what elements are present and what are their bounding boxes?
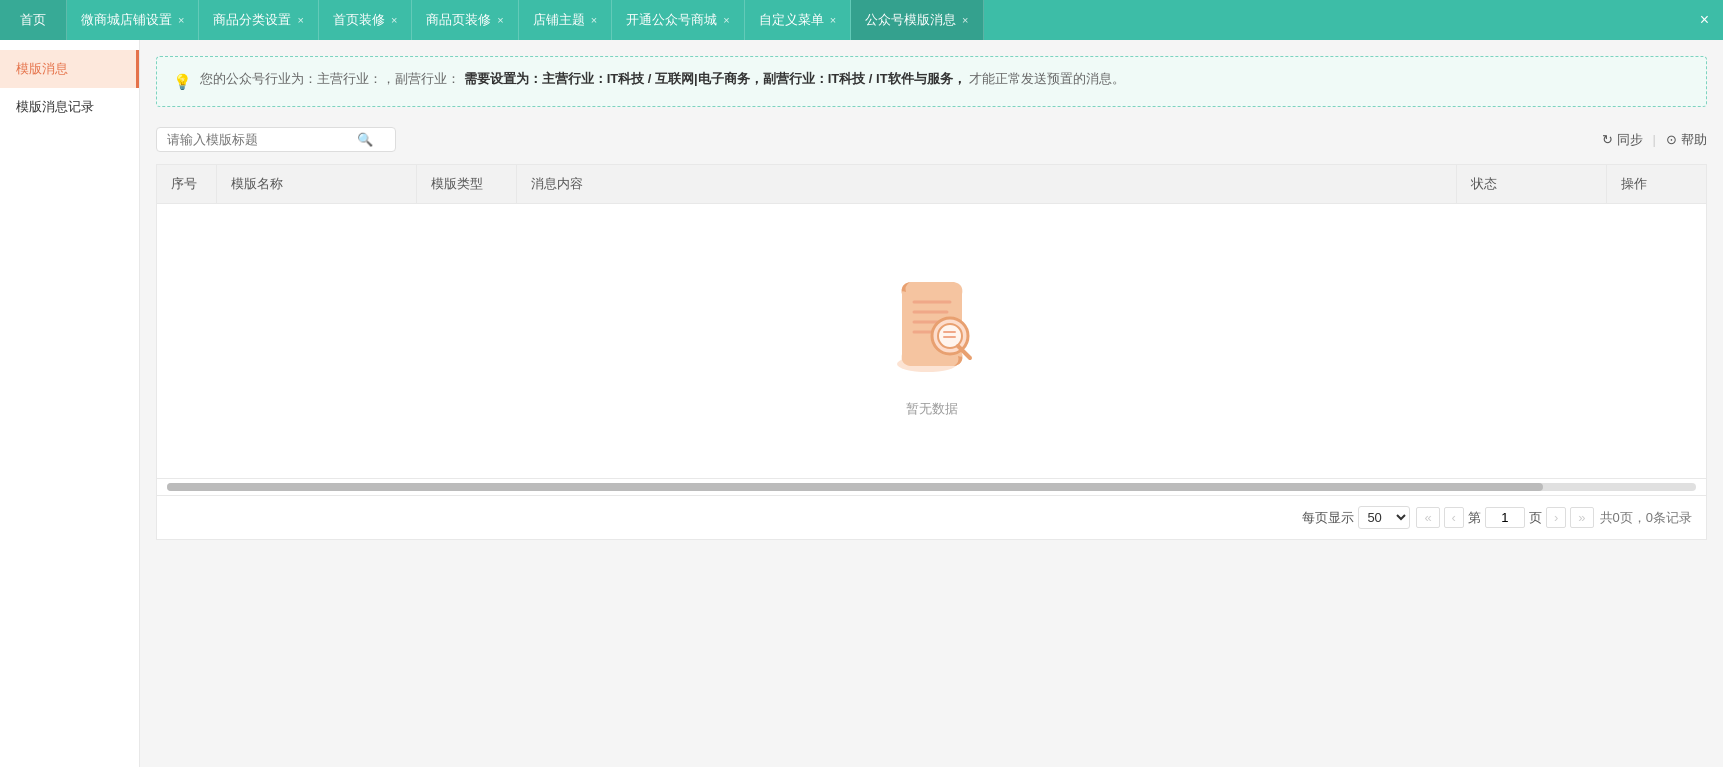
prev-page-button[interactable]: ‹ [1444, 507, 1464, 528]
first-page-button[interactable]: « [1416, 507, 1439, 528]
empty-state: 暂无数据 [156, 204, 1707, 479]
per-page-dropdown[interactable]: 50 10 20 100 [1358, 506, 1410, 529]
page-unit-label: 页 [1529, 509, 1542, 527]
nav-tab-home[interactable]: 首页 [0, 0, 67, 40]
open-mall-label: 开通公众号商城 [626, 11, 717, 29]
info-banner-highlight: 需要设置为：主营行业：IT科技 / 互联网|电子商务，副营行业：IT科技 / I… [464, 71, 966, 86]
per-page-label: 每页显示 [1302, 509, 1354, 527]
close-custom-menu[interactable]: × [830, 14, 836, 26]
nav-tab-shop-theme[interactable]: 店铺主题 × [519, 0, 612, 40]
per-page-select[interactable]: 每页显示 50 10 20 100 [1302, 506, 1410, 529]
nav-tab-shop-settings[interactable]: 微商城店铺设置 × [67, 0, 199, 40]
pagination-row: 每页显示 50 10 20 100 « ‹ 第 页 › » 共0页，0条记录 [156, 496, 1707, 540]
sync-button[interactable]: ↻ 同步 [1602, 131, 1643, 149]
help-icon: ⊙ [1666, 132, 1677, 147]
horizontal-scrollbar[interactable] [167, 483, 1696, 491]
info-banner-text: 您的公众号行业为：主营行业：，副营行业： 需要设置为：主营行业：IT科技 / 互… [200, 69, 1125, 90]
col-type: 模版类型 [417, 165, 517, 204]
sync-icon: ↻ [1602, 132, 1613, 147]
col-index: 序号 [157, 165, 217, 204]
template-table: 序号 模版名称 模版类型 消息内容 状态 操作 [156, 164, 1707, 204]
close-shop-theme[interactable]: × [591, 14, 597, 26]
close-all-tabs-button[interactable]: × [1686, 0, 1723, 40]
search-row: 🔍 ↻ 同步 | ⊙ 帮助 [156, 127, 1707, 152]
empty-illustration [872, 264, 992, 384]
nav-tab-category-settings[interactable]: 商品分类设置 × [199, 0, 318, 40]
main-content: 💡 您的公众号行业为：主营行业：，副营行业： 需要设置为：主营行业：IT科技 /… [140, 40, 1723, 767]
close-shop-settings[interactable]: × [178, 14, 184, 26]
last-page-button[interactable]: » [1570, 507, 1593, 528]
close-category-settings[interactable]: × [297, 14, 303, 26]
top-navigation: 首页 微商城店铺设置 × 商品分类设置 × 首页装修 × 商品页装修 × 店铺主… [0, 0, 1723, 40]
scroll-bar-area[interactable] [156, 479, 1707, 496]
close-home-decor[interactable]: × [391, 14, 397, 26]
bulb-icon: 💡 [173, 70, 192, 94]
sidebar-item-template-msg[interactable]: 模版消息 [0, 50, 139, 88]
nav-tab-custom-menu[interactable]: 自定义菜单 × [745, 0, 851, 40]
col-name: 模版名称 [217, 165, 417, 204]
nav-tab-template-msg[interactable]: 公众号模版消息 × [851, 0, 983, 40]
scrollbar-thumb[interactable] [167, 483, 1543, 491]
table-header: 序号 模版名称 模版类型 消息内容 状态 操作 [157, 165, 1707, 204]
main-layout: 模版消息 模版消息记录 💡 您的公众号行业为：主营行业：，副营行业： 需要设置为… [0, 40, 1723, 767]
col-action: 操作 [1607, 165, 1707, 204]
home-decor-label: 首页装修 [333, 11, 385, 29]
close-template-msg[interactable]: × [962, 14, 968, 26]
total-info: 共0页，0条记录 [1600, 509, 1692, 527]
page-number-input[interactable] [1485, 507, 1525, 528]
toolbar-divider: | [1653, 132, 1656, 147]
search-input[interactable] [167, 132, 357, 147]
search-icon[interactable]: 🔍 [357, 132, 373, 147]
shop-settings-label: 微商城店铺设置 [81, 11, 172, 29]
sidebar: 模版消息 模版消息记录 [0, 40, 140, 767]
col-content: 消息内容 [517, 165, 1457, 204]
nav-tab-open-mall[interactable]: 开通公众号商城 × [612, 0, 744, 40]
custom-menu-label: 自定义菜单 [759, 11, 824, 29]
nav-tab-home-decor[interactable]: 首页装修 × [319, 0, 412, 40]
sidebar-item-template-msg-record[interactable]: 模版消息记录 [0, 88, 139, 126]
empty-text: 暂无数据 [906, 400, 958, 418]
shop-theme-label: 店铺主题 [533, 11, 585, 29]
page-navigation: « ‹ 第 页 › » [1416, 507, 1593, 528]
toolbar-right: ↻ 同步 | ⊙ 帮助 [1602, 131, 1707, 149]
col-status: 状态 [1457, 165, 1607, 204]
page-prefix-label: 第 [1468, 509, 1481, 527]
category-settings-label: 商品分类设置 [213, 11, 291, 29]
next-page-button[interactable]: › [1546, 507, 1566, 528]
search-input-wrap[interactable]: 🔍 [156, 127, 396, 152]
info-banner: 💡 您的公众号行业为：主营行业：，副营行业： 需要设置为：主营行业：IT科技 /… [156, 56, 1707, 107]
home-tab-label: 首页 [20, 11, 46, 29]
template-msg-label: 公众号模版消息 [865, 11, 956, 29]
help-button[interactable]: ⊙ 帮助 [1666, 131, 1707, 149]
nav-tab-product-decor[interactable]: 商品页装修 × [412, 0, 518, 40]
close-open-mall[interactable]: × [723, 14, 729, 26]
product-decor-label: 商品页装修 [426, 11, 491, 29]
close-product-decor[interactable]: × [497, 14, 503, 26]
